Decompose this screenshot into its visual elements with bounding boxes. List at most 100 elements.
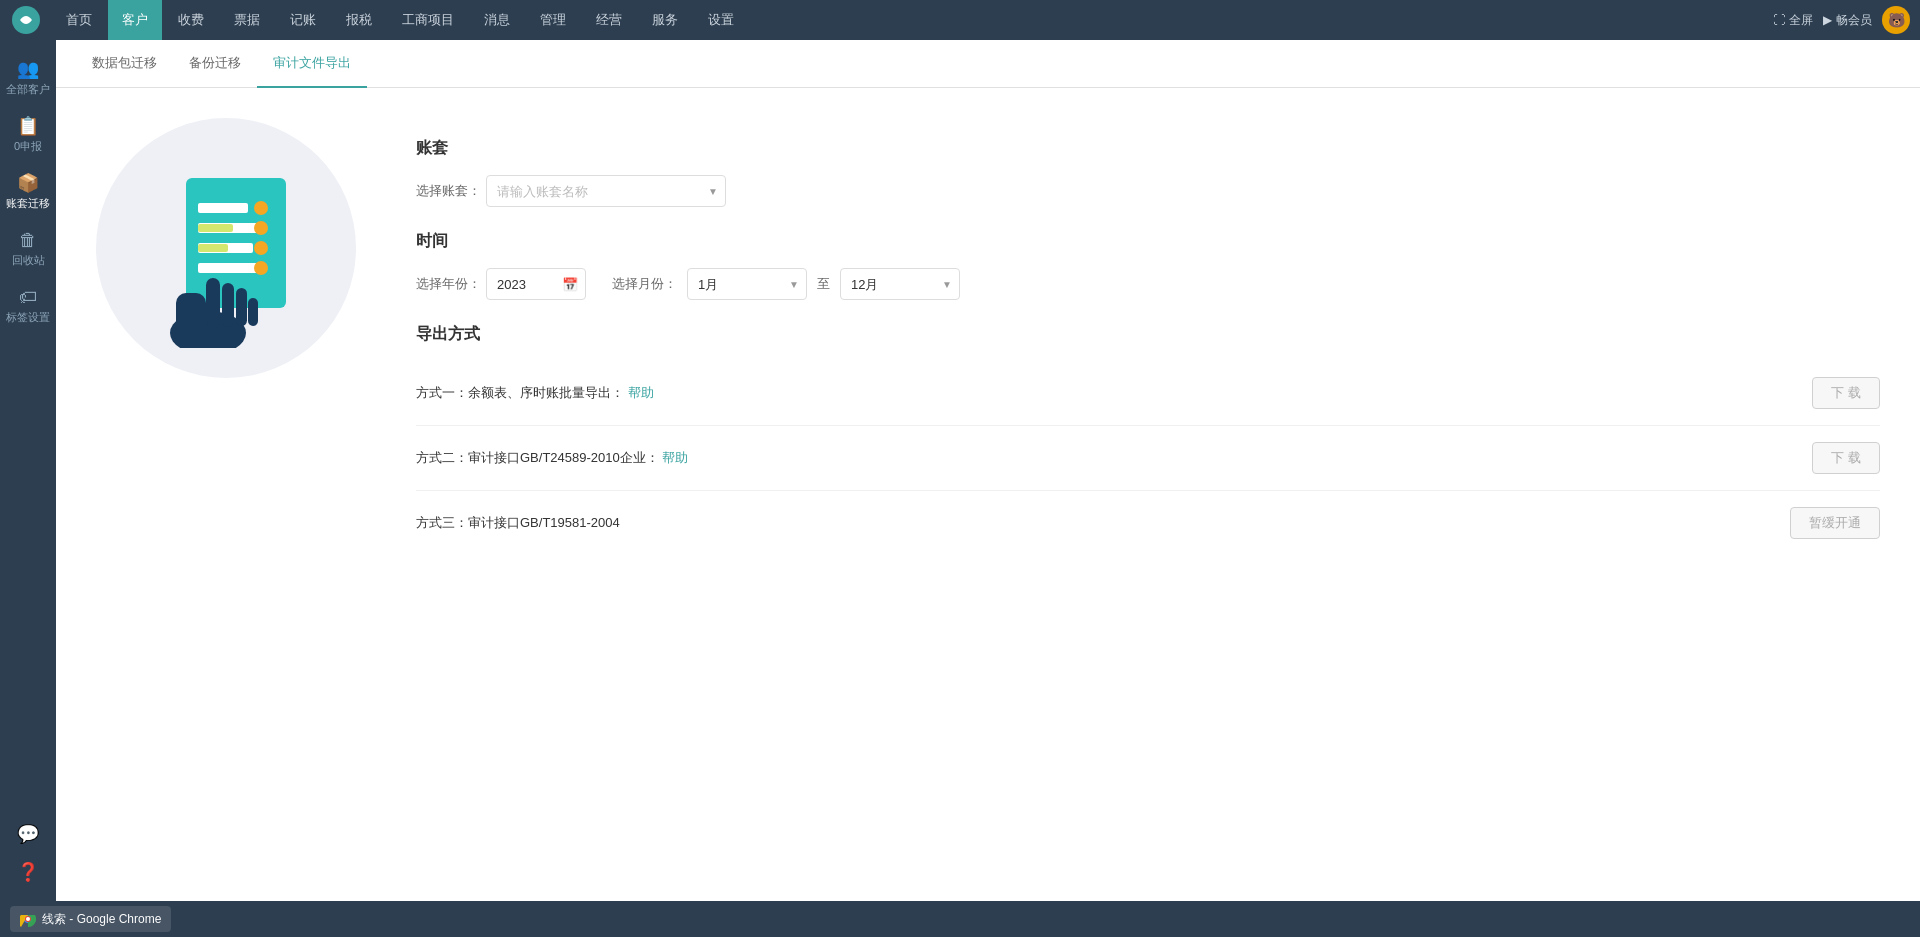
nav-customer[interactable]: 客户 bbox=[108, 0, 162, 40]
illustration-area bbox=[96, 118, 356, 378]
nav-home[interactable]: 首页 bbox=[52, 0, 106, 40]
sidebar-label-account-migrate: 账套迁移 bbox=[6, 196, 50, 211]
method1-help-link[interactable]: 帮助 bbox=[628, 385, 654, 400]
svg-rect-17 bbox=[248, 298, 258, 326]
fullscreen-icon: ⛶ bbox=[1773, 13, 1785, 27]
sidebar-label-recycle: 回收站 bbox=[12, 253, 45, 268]
svg-rect-15 bbox=[222, 283, 234, 327]
sidebar-item-chat[interactable]: 💬 bbox=[0, 815, 56, 853]
svg-point-9 bbox=[254, 261, 268, 275]
sidebar: 👥 全部客户 📋 0申报 📦 账套迁移 🗑 回收站 🏷 标签设置 💬 ❓ bbox=[0, 40, 56, 901]
method2-help-link[interactable]: 帮助 bbox=[662, 450, 688, 465]
account-label: 选择账套： bbox=[416, 182, 476, 200]
method2-download-button[interactable]: 下 载 bbox=[1812, 442, 1880, 474]
recycle-icon: 🗑 bbox=[19, 231, 37, 249]
chat-icon: 💬 bbox=[17, 825, 39, 843]
nav-message[interactable]: 消息 bbox=[470, 0, 524, 40]
taskbar-chrome-item[interactable]: 线索 - Google Chrome bbox=[10, 906, 171, 932]
tab-data-migrate[interactable]: 数据包迁移 bbox=[76, 40, 173, 88]
svg-rect-10 bbox=[198, 224, 233, 232]
svg-rect-14 bbox=[206, 278, 220, 328]
svg-rect-13 bbox=[176, 293, 206, 338]
all-customers-icon: 👥 bbox=[17, 60, 39, 78]
svg-point-8 bbox=[254, 241, 268, 255]
time-form-row: 选择年份： 2023 📅 选择月份： 1月2月3月4月 5月6月7月8月 9月1… bbox=[416, 268, 1880, 300]
sidebar-label-all-customers: 全部客户 bbox=[6, 82, 50, 97]
chrome-icon bbox=[20, 911, 36, 927]
tag-settings-icon: 🏷 bbox=[19, 288, 37, 306]
vip-icon: ▶ bbox=[1823, 13, 1832, 27]
help-icon: ❓ bbox=[17, 863, 39, 881]
tab-backup-migrate[interactable]: 备份迁移 bbox=[173, 40, 257, 88]
vip-label: 畅会员 bbox=[1836, 12, 1872, 29]
nav-operation[interactable]: 经营 bbox=[582, 0, 636, 40]
method3-open-button[interactable]: 暂缓开通 bbox=[1790, 507, 1880, 539]
app-logo bbox=[10, 4, 42, 36]
month-from-select-wrap: 1月2月3月4月 5月6月7月8月 9月10月11月12月 ▼ bbox=[687, 268, 807, 300]
to-label: 至 bbox=[817, 275, 830, 293]
method2-text: 方式二：审计接口GB/T24589-2010企业： bbox=[416, 450, 659, 465]
month-to-select[interactable]: 1月2月3月4月 5月6月7月8月 9月10月11月 12月 bbox=[840, 268, 960, 300]
taskbar: 线索 - Google Chrome bbox=[0, 901, 1920, 937]
sidebar-item-recycle[interactable]: 🗑 回收站 bbox=[0, 221, 56, 278]
account-select-wrap: ▼ bbox=[486, 175, 726, 207]
nav-tax[interactable]: 报税 bbox=[332, 0, 386, 40]
taskbar-item-label: 线索 - Google Chrome bbox=[42, 911, 161, 928]
form-area: 账套 选择账套： ▼ 时间 选择年份： 2023 📅 选择月份 bbox=[416, 118, 1880, 555]
nav-invoice[interactable]: 票据 bbox=[220, 0, 274, 40]
sidebar-label-zero-declare: 0申报 bbox=[14, 139, 42, 154]
svg-point-6 bbox=[254, 201, 268, 215]
fullscreen-label: 全屏 bbox=[1789, 12, 1813, 29]
nav-items: 首页 客户 收费 票据 记账 报税 工商项目 消息 管理 经营 服务 设置 bbox=[52, 0, 1773, 40]
nav-service[interactable]: 服务 bbox=[638, 0, 692, 40]
sidebar-bottom: 💬 ❓ bbox=[0, 815, 56, 901]
time-section-title: 时间 bbox=[416, 231, 1880, 252]
method2-description: 方式二：审计接口GB/T24589-2010企业： 帮助 bbox=[416, 449, 688, 467]
svg-point-20 bbox=[26, 917, 30, 921]
month-to-select-wrap: 1月2月3月4月 5月6月7月8月 9月10月11月 12月 ▼ bbox=[840, 268, 960, 300]
nav-industry[interactable]: 工商项目 bbox=[388, 0, 468, 40]
nav-settings[interactable]: 设置 bbox=[694, 0, 748, 40]
method3-text: 方式三：审计接口GB/T19581-2004 bbox=[416, 515, 620, 530]
account-form-row: 选择账套： ▼ bbox=[416, 175, 1880, 207]
nav-billing[interactable]: 收费 bbox=[164, 0, 218, 40]
sidebar-item-all-customers[interactable]: 👥 全部客户 bbox=[0, 50, 56, 107]
content-area: 数据包迁移 备份迁移 审计文件导出 bbox=[56, 40, 1920, 901]
top-nav-right: ⛶ 全屏 ▶ 畅会员 🐻 bbox=[1773, 6, 1910, 34]
main-layout: 👥 全部客户 📋 0申报 📦 账套迁移 🗑 回收站 🏷 标签设置 💬 ❓ bbox=[0, 40, 1920, 901]
year-input-wrap: 2023 📅 bbox=[486, 268, 586, 300]
month-label: 选择月份： bbox=[612, 275, 677, 293]
illustration-circle bbox=[96, 118, 356, 378]
fullscreen-button[interactable]: ⛶ 全屏 bbox=[1773, 12, 1813, 29]
account-input[interactable] bbox=[486, 175, 726, 207]
zero-declare-icon: 📋 bbox=[17, 117, 39, 135]
svg-rect-5 bbox=[198, 263, 258, 273]
sidebar-label-tag-settings: 标签设置 bbox=[6, 310, 50, 325]
svg-rect-11 bbox=[198, 244, 228, 252]
tab-audit-export[interactable]: 审计文件导出 bbox=[257, 40, 367, 88]
nav-bookkeeping[interactable]: 记账 bbox=[276, 0, 330, 40]
account-migrate-icon: 📦 bbox=[17, 174, 39, 192]
vip-button[interactable]: ▶ 畅会员 bbox=[1823, 12, 1872, 29]
method3-description: 方式三：审计接口GB/T19581-2004 bbox=[416, 514, 620, 532]
nav-manage[interactable]: 管理 bbox=[526, 0, 580, 40]
svg-rect-16 bbox=[236, 288, 247, 326]
year-label: 选择年份： bbox=[416, 275, 476, 293]
export-method-3: 方式三：审计接口GB/T19581-2004 暂缓开通 bbox=[416, 491, 1880, 555]
sidebar-item-zero-declare[interactable]: 📋 0申报 bbox=[0, 107, 56, 164]
export-section-title: 导出方式 bbox=[416, 324, 1880, 345]
method1-download-button[interactable]: 下 载 bbox=[1812, 377, 1880, 409]
sidebar-item-tag-settings[interactable]: 🏷 标签设置 bbox=[0, 278, 56, 335]
sidebar-item-help[interactable]: ❓ bbox=[0, 853, 56, 891]
account-section-title: 账套 bbox=[416, 138, 1880, 159]
method1-text: 方式一：余额表、序时账批量导出： bbox=[416, 385, 624, 400]
year-input[interactable]: 2023 bbox=[486, 268, 586, 300]
svg-point-7 bbox=[254, 221, 268, 235]
avatar[interactable]: 🐻 bbox=[1882, 6, 1910, 34]
sidebar-item-account-migrate[interactable]: 📦 账套迁移 bbox=[0, 164, 56, 221]
month-from-select[interactable]: 1月2月3月4月 5月6月7月8月 9月10月11月12月 bbox=[687, 268, 807, 300]
top-navigation: 首页 客户 收费 票据 记账 报税 工商项目 消息 管理 经营 服务 设置 ⛶ … bbox=[0, 0, 1920, 40]
method1-description: 方式一：余额表、序时账批量导出： 帮助 bbox=[416, 384, 654, 402]
export-method-2: 方式二：审计接口GB/T24589-2010企业： 帮助 下 载 bbox=[416, 426, 1880, 491]
page-content: 账套 选择账套： ▼ 时间 选择年份： 2023 📅 选择月份 bbox=[56, 88, 1920, 901]
